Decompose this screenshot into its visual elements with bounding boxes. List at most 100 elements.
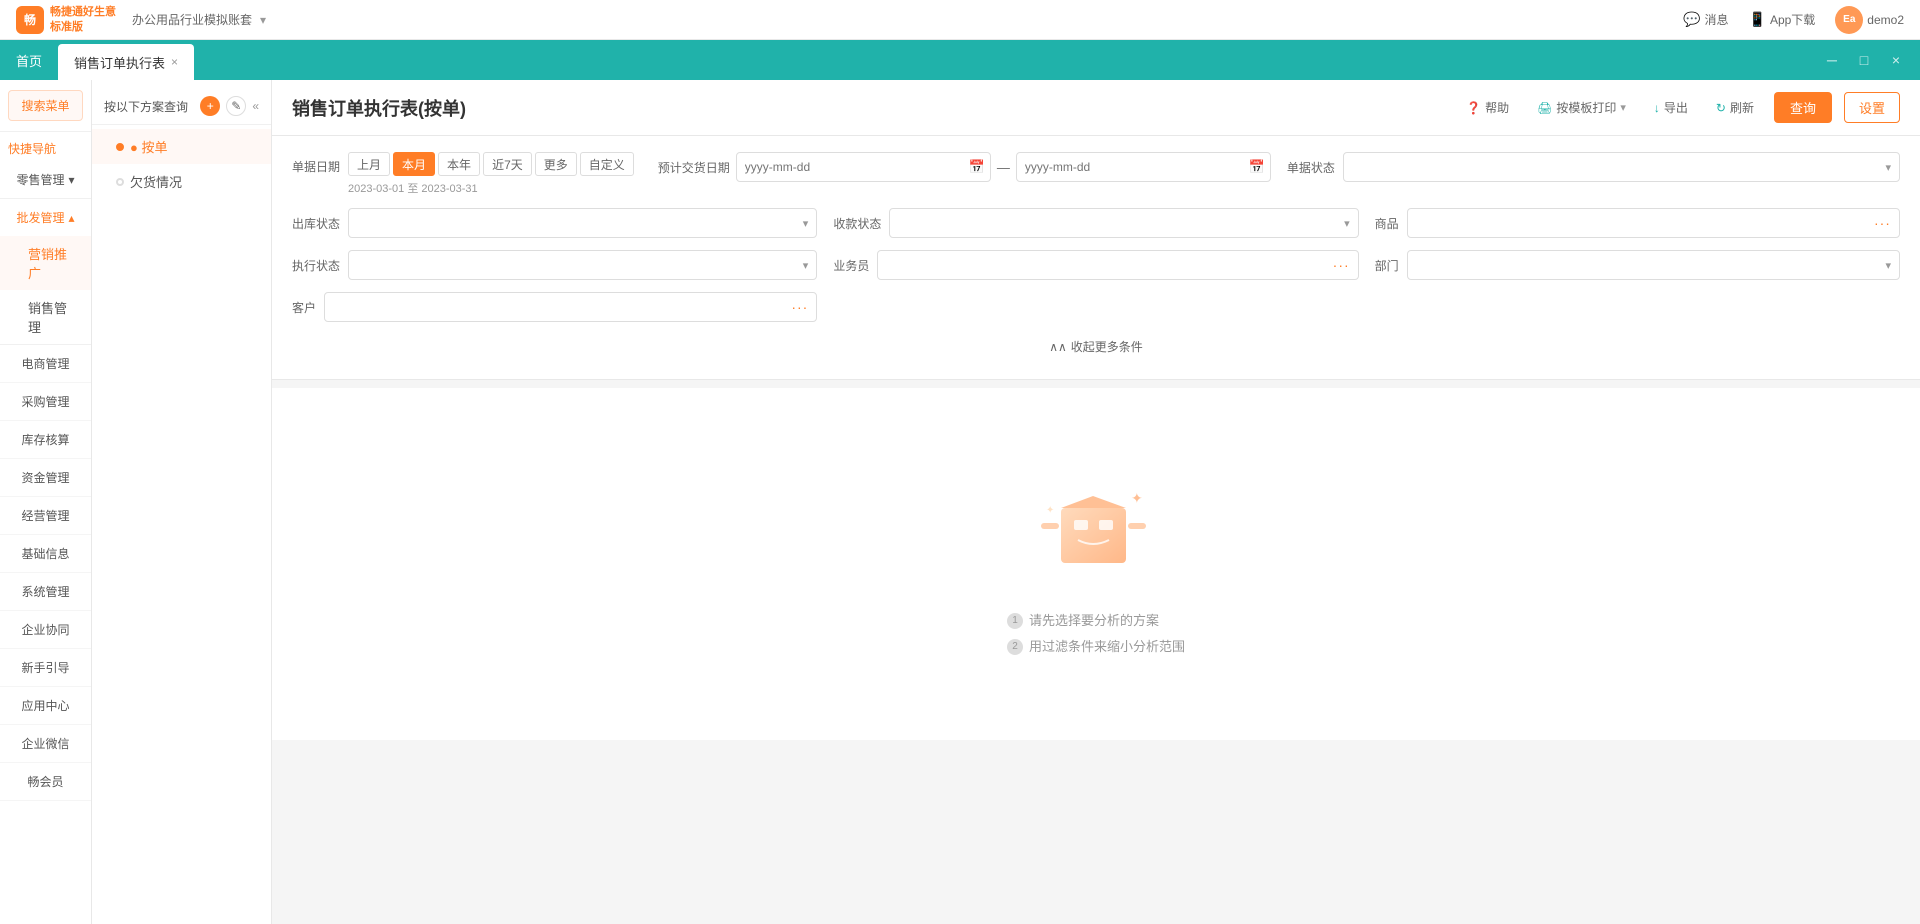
tab-sales-order-label: 销售订单执行表 (74, 53, 165, 72)
tab-sales-order[interactable]: 销售订单执行表 × (58, 44, 194, 80)
message-btn[interactable]: 💬 消息 (1683, 11, 1728, 28)
scheme-item-by-order[interactable]: ● 按单 (92, 129, 271, 164)
print-dropdown-icon: ▾ (1620, 101, 1626, 114)
window-close-btn[interactable]: × (1884, 48, 1908, 72)
customer-label: 客户 (292, 299, 316, 316)
date-btn-this-year[interactable]: 本年 (438, 152, 480, 176)
sidebar-item-enterprise[interactable]: 企业协同 (0, 611, 91, 649)
refresh-btn[interactable]: ↻ 刷新 (1708, 95, 1762, 120)
date-btn-custom[interactable]: 自定义 (580, 152, 634, 176)
filter-forecast-date: 预计交货日期 📅 — 📅 (658, 152, 1271, 182)
tip-text-2: 用过滤条件来缩小分析范围 (1029, 634, 1185, 660)
date-btn-7days[interactable]: 近7天 (483, 152, 532, 176)
print-label: 按模板打印 (1556, 99, 1616, 116)
sidebar-item-inventory[interactable]: 库存核算 (0, 421, 91, 459)
tip-text-1: 请先选择要分析的方案 (1029, 608, 1159, 634)
salesman-more-icon: ··· (1333, 257, 1350, 273)
maximize-btn[interactable]: □ (1852, 48, 1876, 72)
user-area[interactable]: Ea demo2 (1835, 6, 1904, 34)
search-menu-btn[interactable]: 搜索菜单 (8, 90, 83, 121)
minimize-btn[interactable]: ─ (1820, 48, 1844, 72)
sidebar-item-basic[interactable]: 基础信息 (0, 535, 91, 573)
date-btn-last-month[interactable]: 上月 (348, 152, 390, 176)
sidebar-group-retail: 零售管理 ▾ (0, 161, 91, 199)
sidebar-item-member[interactable]: 畅会员 (0, 763, 91, 801)
search-btn[interactable]: 查询 (1774, 92, 1832, 123)
tab-home[interactable]: 首页 (0, 51, 58, 70)
app-title-dropdown-icon[interactable]: ▾ (260, 13, 266, 27)
scheme-dot (116, 143, 124, 151)
app-download-btn[interactable]: 📱 App下载 (1749, 11, 1816, 28)
collection-dropdown-icon: ▾ (1344, 217, 1350, 230)
tabbar-right: ─ □ × (1820, 48, 1920, 72)
filter-date-section: 单据日期 上月 本月 本年 近7天 更多 自定义 2023-03-01 至 20… (292, 152, 642, 196)
settings-btn[interactable]: 设置 (1844, 92, 1900, 123)
calendar-end-icon[interactable]: 📅 (1249, 159, 1265, 175)
sidebar-item-ecommerce[interactable]: 电商管理 (0, 345, 91, 383)
topbar-left: 畅 畅捷通好生意 标准版 办公用品行业模拟账套 ▾ (16, 5, 266, 34)
topbar: 畅 畅捷通好生意 标准版 办公用品行业模拟账套 ▾ 💬 消息 📱 App下载 E… (0, 0, 1920, 40)
outstock-dropdown-icon: ▾ (803, 217, 809, 230)
sidebar-item-finance[interactable]: 资金管理 (0, 459, 91, 497)
svg-text:✦: ✦ (1131, 490, 1143, 506)
department-dropdown[interactable]: ▾ (1407, 250, 1900, 280)
salesman-input[interactable]: ··· (877, 250, 1358, 280)
sidebar-item-wechat[interactable]: 企业微信 (0, 725, 91, 763)
forecast-date-start-input[interactable] (736, 152, 991, 182)
collapse-panel-btn[interactable]: « (252, 99, 259, 113)
edit-scheme-btn[interactable]: ✎ (226, 96, 246, 116)
retail-expand-icon: ▾ (68, 173, 74, 187)
sidebar-item-purchase[interactable]: 采购管理 (0, 383, 91, 421)
date-btn-more[interactable]: 更多 (535, 152, 577, 176)
collapse-up-icon: ∧∧ (1049, 340, 1067, 354)
status-dropdown[interactable]: ▾ (1343, 152, 1900, 182)
help-btn[interactable]: ❓ 帮助 (1458, 95, 1517, 120)
calendar-start-icon[interactable]: 📅 (969, 159, 985, 175)
page-header: 销售订单执行表(按单) ❓ 帮助 🖨 按模板打印 ▾ ↓ 导出 (272, 80, 1920, 136)
execution-dropdown[interactable]: ▾ (348, 250, 817, 280)
export-btn[interactable]: ↓ 导出 (1646, 95, 1696, 120)
date-controls: 上月 本月 本年 近7天 更多 自定义 2023-03-01 至 2023-03… (348, 152, 642, 196)
sidebar-subitem-marketing[interactable]: 营销推广 (0, 236, 91, 290)
app-download-icon: 📱 (1749, 11, 1766, 28)
filter-department: 部门 ▾ (1375, 250, 1900, 280)
sidebar-item-wholesale[interactable]: 批发管理 ▴ (0, 199, 91, 236)
filter-row-4: 客户 ··· (292, 292, 1900, 322)
outstock-dropdown[interactable]: ▾ (348, 208, 817, 238)
left-panel: 按以下方案查询 + ✎ « ● 按单 欠货情况 (92, 80, 272, 924)
sidebar-item-system[interactable]: 系统管理 (0, 573, 91, 611)
sidebar-item-retail[interactable]: 零售管理 ▾ (0, 161, 91, 198)
customer-input[interactable]: ··· (324, 292, 817, 322)
main-layout: 搜索菜单 快捷导航 零售管理 ▾ 批发管理 ▴ 营销推广 销售管理 电商管理 采… (0, 80, 1920, 924)
filter-row-2: 出库状态 ▾ 收款状态 ▾ 商品 (292, 208, 1900, 238)
sidebar-item-apps[interactable]: 应用中心 (0, 687, 91, 725)
forecast-date-label: 预计交货日期 (658, 159, 730, 176)
retail-label: 零售管理 (16, 171, 64, 188)
date-btn-this-month[interactable]: 本月 (393, 152, 435, 176)
page-actions: ❓ 帮助 🖨 按模板打印 ▾ ↓ 导出 ↻ 刷新 (1458, 92, 1900, 123)
sidebar-nav-title[interactable]: 快捷导航 (0, 132, 91, 161)
execution-dropdown-icon: ▾ (803, 259, 809, 272)
sidebar-item-guide[interactable]: 新手引导 (0, 649, 91, 687)
tab-close-btn[interactable]: × (171, 55, 178, 69)
content-area: 按以下方案查询 + ✎ « ● 按单 欠货情况 销售订单执行表(按单) (92, 80, 1920, 924)
collapse-filters-btn[interactable]: ∧∧ 收起更多条件 (292, 330, 1900, 363)
scheme-item-shortage[interactable]: 欠货情况 (92, 164, 271, 199)
left-panel-title: 按以下方案查询 (104, 98, 188, 115)
forecast-date-start-wrapper: 📅 (736, 152, 991, 182)
sidebar-subitem-sales[interactable]: 销售管理 (0, 290, 91, 344)
print-btn[interactable]: 🖨 按模板打印 ▾ (1529, 95, 1634, 120)
collection-dropdown[interactable]: ▾ (889, 208, 1358, 238)
tip-num-1: 1 (1007, 613, 1023, 629)
refresh-label: 刷新 (1730, 99, 1754, 116)
logo-area: 畅 畅捷通好生意 标准版 (16, 5, 116, 34)
filter-outstock: 出库状态 ▾ (292, 208, 817, 238)
sidebar-item-operations[interactable]: 经营管理 (0, 497, 91, 535)
add-scheme-btn[interactable]: + (200, 96, 220, 116)
date-range-display: 2023-03-01 至 2023-03-31 (348, 180, 642, 196)
goods-input[interactable]: ··· (1407, 208, 1900, 238)
date-label: 单据日期 (292, 158, 340, 175)
topbar-right: 💬 消息 📱 App下载 Ea demo2 (1683, 6, 1904, 34)
forecast-date-end-input[interactable] (1016, 152, 1271, 182)
filter-area: 单据日期 上月 本月 本年 近7天 更多 自定义 2023-03-01 至 20… (272, 136, 1920, 380)
